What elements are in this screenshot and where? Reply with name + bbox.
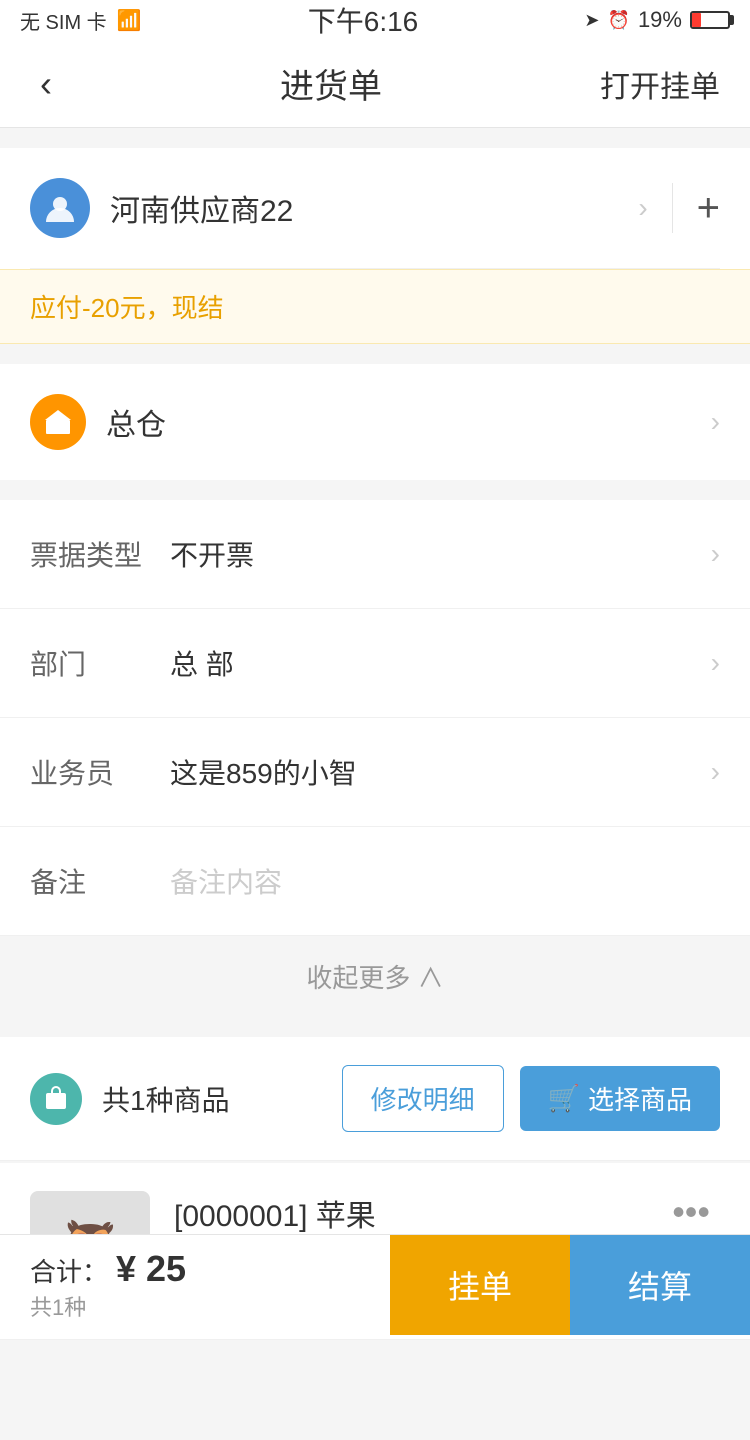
invoice-value: 不开票 bbox=[150, 534, 711, 574]
warehouse-chevron: › bbox=[711, 406, 720, 438]
product-count-label: 共1种商品 bbox=[102, 1079, 342, 1119]
salesperson-value: 这是859的小智 bbox=[150, 752, 711, 792]
status-time: 下午6:16 bbox=[308, 0, 419, 40]
total-sub: 共1种 bbox=[30, 1290, 360, 1322]
form-row-remark[interactable]: 备注 备注内容 bbox=[0, 827, 750, 936]
section-gap-2 bbox=[0, 344, 750, 364]
divider bbox=[672, 183, 673, 233]
collapse-label: 收起更多 ∧ bbox=[306, 958, 443, 995]
hold-button[interactable]: 挂单 bbox=[390, 1235, 570, 1335]
collapse-toggle[interactable]: 收起更多 ∧ bbox=[0, 936, 750, 1017]
invoice-label: 票据类型 bbox=[30, 534, 150, 574]
warehouse-name: 总仓 bbox=[106, 400, 711, 444]
section-gap-4 bbox=[0, 1017, 750, 1037]
select-product-label: 选择商品 bbox=[588, 1080, 692, 1117]
wifi-icon: 📶 bbox=[117, 8, 142, 33]
battery-icon bbox=[690, 11, 730, 29]
supplier-row[interactable]: 河南供应商22 › + bbox=[30, 148, 720, 269]
section-gap-3 bbox=[0, 480, 750, 500]
warehouse-section: 总仓 › bbox=[0, 364, 750, 480]
remark-label: 备注 bbox=[30, 861, 150, 901]
department-chevron: › bbox=[711, 647, 720, 679]
supplier-section: 河南供应商22 › + bbox=[0, 148, 750, 269]
battery-percent: 19% bbox=[638, 7, 682, 33]
total-row: 合计： ¥ 25 bbox=[30, 1248, 360, 1290]
cart-icon: 🛒 bbox=[548, 1083, 580, 1114]
supplier-name: 河南供应商22 bbox=[110, 186, 638, 230]
alarm-icon: ⏰ bbox=[608, 10, 630, 31]
form-row-salesperson[interactable]: 业务员 这是859的小智 › bbox=[0, 718, 750, 827]
department-label: 部门 bbox=[30, 643, 150, 683]
form-row-invoice[interactable]: 票据类型 不开票 › bbox=[0, 500, 750, 609]
invoice-chevron: › bbox=[711, 538, 720, 570]
supplier-avatar bbox=[30, 178, 90, 238]
warehouse-icon bbox=[30, 394, 86, 450]
total-amount: ¥ 25 bbox=[116, 1248, 186, 1290]
total-label: 合计： bbox=[30, 1252, 108, 1289]
form-section: 票据类型 不开票 › 部门 总 部 › 业务员 这是859的小智 › 备注 备注… bbox=[0, 500, 750, 936]
product-more-button[interactable]: ••• bbox=[662, 1191, 720, 1233]
supplier-chevron: › bbox=[638, 192, 647, 224]
open-hold-button[interactable]: 打开挂单 bbox=[600, 62, 720, 106]
warehouse-row[interactable]: 总仓 › bbox=[30, 364, 720, 480]
form-row-department[interactable]: 部门 总 部 › bbox=[0, 609, 750, 718]
notice-bar: 应付-20元，现结 bbox=[0, 269, 750, 344]
select-product-button[interactable]: 🛒 选择商品 bbox=[520, 1066, 720, 1131]
sim-label: 无 SIM 卡 bbox=[20, 6, 107, 35]
product-name: [0000001] 苹果 bbox=[174, 1191, 662, 1235]
footer-spacer bbox=[0, 1340, 750, 1440]
section-gap-1 bbox=[0, 128, 750, 148]
footer: 合计： ¥ 25 共1种 挂单 结算 bbox=[0, 1234, 750, 1334]
location-icon: ➤ bbox=[584, 10, 599, 31]
checkout-button[interactable]: 结算 bbox=[570, 1235, 750, 1335]
product-header: 共1种商品 修改明细 🛒 选择商品 bbox=[0, 1037, 750, 1161]
footer-total: 合计： ¥ 25 共1种 bbox=[0, 1248, 390, 1322]
nav-bar: ‹ 进货单 打开挂单 bbox=[0, 40, 750, 128]
page-title: 进货单 bbox=[280, 59, 382, 108]
remark-placeholder[interactable]: 备注内容 bbox=[150, 861, 720, 901]
add-button[interactable]: + bbox=[697, 186, 720, 231]
product-count-icon bbox=[30, 1073, 82, 1125]
salesperson-chevron: › bbox=[711, 756, 720, 788]
status-bar: 无 SIM 卡 📶 下午6:16 ➤ ⏰ 19% bbox=[0, 0, 750, 40]
edit-detail-button[interactable]: 修改明细 bbox=[342, 1065, 504, 1132]
department-value: 总 部 bbox=[150, 643, 711, 683]
salesperson-label: 业务员 bbox=[30, 752, 150, 792]
back-button[interactable]: ‹ bbox=[30, 53, 62, 115]
notice-text: 应付-20元，现结 bbox=[30, 293, 224, 323]
